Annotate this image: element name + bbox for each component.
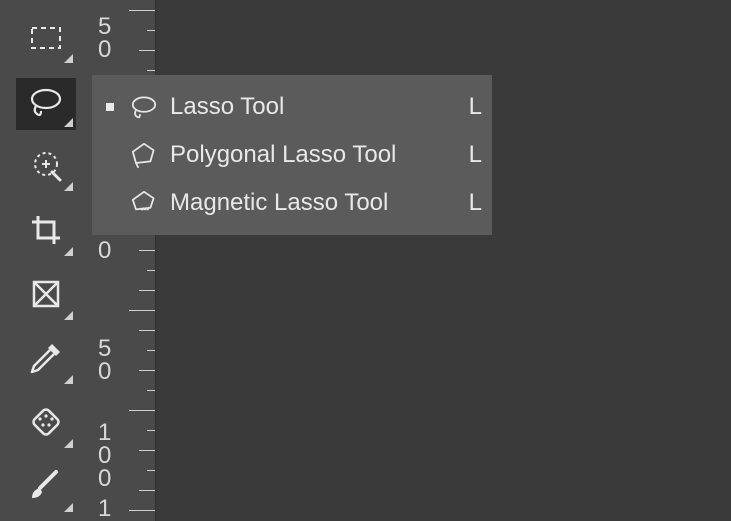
ruler-tick bbox=[147, 350, 155, 351]
lasso-icon bbox=[26, 82, 66, 127]
flyout-indicator-icon bbox=[64, 503, 73, 512]
ruler-tick bbox=[129, 410, 155, 411]
flyout-item-lasso[interactable]: Lasso ToolL bbox=[98, 83, 482, 131]
ruler-tick bbox=[147, 270, 155, 271]
ruler-label: 1 0 0 bbox=[98, 422, 122, 490]
ruler-tick bbox=[139, 50, 155, 51]
ruler-label: 1 5 0 bbox=[98, 498, 122, 521]
flyout-item-polygonal-lasso[interactable]: Polygonal Lasso ToolL bbox=[98, 131, 482, 179]
flyout-item-label: Lasso Tool bbox=[166, 93, 452, 121]
ruler-tick bbox=[147, 70, 155, 71]
marquee-icon bbox=[26, 18, 66, 63]
eyedropper-tool[interactable] bbox=[16, 335, 76, 387]
healing-brush-tool[interactable] bbox=[16, 399, 76, 451]
frame-icon bbox=[26, 274, 66, 319]
ruler-tick bbox=[139, 490, 155, 491]
healing-brush-icon bbox=[26, 402, 66, 447]
frame-tool[interactable] bbox=[16, 271, 76, 323]
flyout-item-label: Magnetic Lasso Tool bbox=[166, 189, 452, 217]
eyedropper-icon bbox=[26, 338, 66, 383]
flyout-item-shortcut: L bbox=[452, 189, 482, 217]
flyout-item-magnetic-lasso[interactable]: Magnetic Lasso ToolL bbox=[98, 179, 482, 227]
ruler-tick bbox=[147, 430, 155, 431]
quick-selection-tool[interactable] bbox=[16, 142, 76, 194]
lasso-tool-flyout: Lasso ToolLPolygonal Lasso ToolLMagnetic… bbox=[92, 75, 492, 235]
lasso-tool[interactable] bbox=[16, 78, 76, 130]
ruler-tick bbox=[129, 510, 155, 511]
polygonal-lasso-icon bbox=[122, 139, 166, 171]
magnetic-lasso-icon bbox=[122, 187, 166, 219]
flyout-indicator-icon bbox=[64, 182, 73, 191]
quick-selection-icon bbox=[26, 146, 66, 191]
tools-toolbar bbox=[0, 0, 92, 521]
flyout-indicator-icon bbox=[64, 311, 73, 320]
lasso-icon bbox=[122, 91, 166, 123]
ruler-tick bbox=[139, 370, 155, 371]
ruler-label: 5 0 bbox=[98, 16, 122, 62]
crop-tool[interactable] bbox=[16, 206, 76, 258]
flyout-indicator-icon bbox=[64, 247, 73, 256]
ruler-tick bbox=[139, 250, 155, 251]
flyout-indicator-icon bbox=[64, 439, 73, 448]
ruler-tick bbox=[129, 310, 155, 311]
flyout-indicator-icon bbox=[64, 54, 73, 63]
flyout-indicator-icon bbox=[64, 118, 73, 127]
brush-icon bbox=[26, 466, 66, 511]
ruler-label: 0 bbox=[98, 240, 122, 263]
ruler-tick bbox=[139, 290, 155, 291]
flyout-indicator-icon bbox=[64, 375, 73, 384]
ruler-tick bbox=[147, 390, 155, 391]
marquee-tool[interactable] bbox=[16, 14, 76, 66]
ruler-tick bbox=[147, 470, 155, 471]
crop-icon bbox=[26, 210, 66, 255]
flyout-item-shortcut: L bbox=[452, 141, 482, 169]
brush-tool[interactable] bbox=[16, 463, 76, 515]
ruler-label: 5 0 bbox=[98, 338, 122, 384]
ruler-tick bbox=[129, 10, 155, 11]
ruler-tick bbox=[139, 330, 155, 331]
ruler-tick bbox=[147, 30, 155, 31]
flyout-item-shortcut: L bbox=[452, 93, 482, 121]
flyout-item-label: Polygonal Lasso Tool bbox=[166, 141, 452, 169]
selected-indicator-icon bbox=[98, 103, 122, 111]
ruler-tick bbox=[139, 450, 155, 451]
